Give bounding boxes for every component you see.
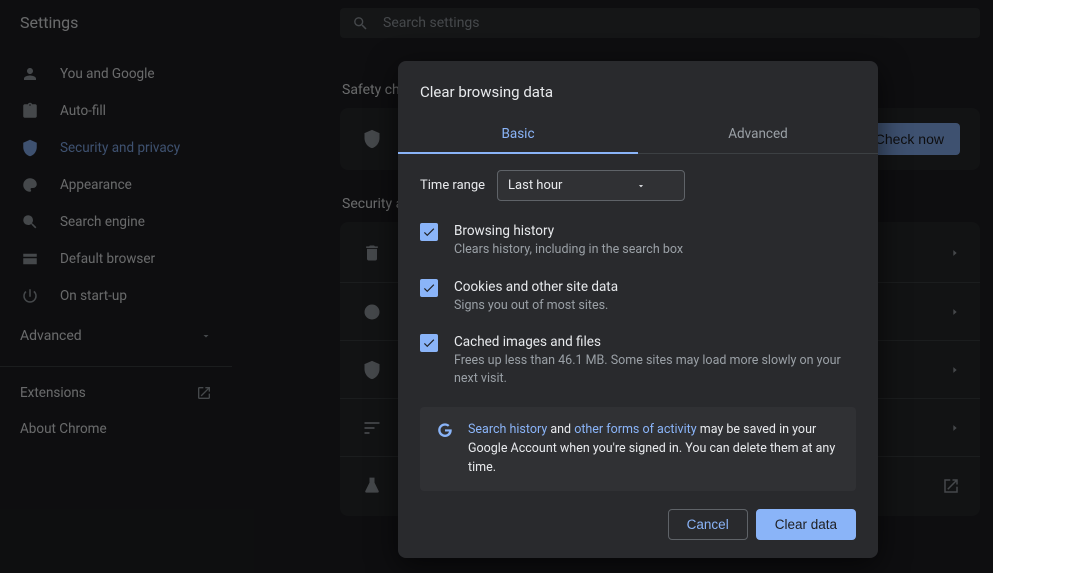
dialog-title: Clear browsing data: [398, 83, 878, 115]
checkbox-cached[interactable]: [420, 334, 438, 352]
dialog-actions: Cancel Clear data: [398, 491, 878, 540]
clear-data-button[interactable]: Clear data: [756, 509, 856, 540]
chevron-down-icon: [636, 181, 646, 191]
google-account-info: Search history and other forms of activi…: [420, 407, 856, 491]
checkbox-browsing-history[interactable]: [420, 223, 438, 241]
time-range-label: Time range: [420, 178, 485, 193]
info-text: Search history and other forms of activi…: [468, 421, 840, 477]
option-title: Browsing history: [454, 223, 683, 239]
time-range-row: Time range Last hour: [398, 154, 878, 205]
time-range-value: Last hour: [508, 178, 562, 193]
search-history-link[interactable]: Search history: [468, 422, 547, 437]
tab-advanced[interactable]: Advanced: [638, 115, 878, 153]
time-range-select[interactable]: Last hour: [497, 170, 685, 201]
blank-panel: [993, 0, 1080, 573]
option-browsing-history: Browsing history Clears history, includi…: [420, 213, 856, 269]
checkbox-cookies[interactable]: [420, 279, 438, 297]
option-cookies: Cookies and other site data Signs you ou…: [420, 269, 856, 325]
app: Settings Search settings You and Google …: [0, 0, 993, 573]
option-cached: Cached images and files Frees up less th…: [420, 324, 856, 397]
clear-browsing-data-dialog: Clear browsing data Basic Advanced Time …: [398, 61, 878, 558]
option-subtitle: Clears history, including in the search …: [454, 241, 683, 259]
option-subtitle: Signs you out of most sites.: [454, 297, 618, 315]
options-list: Browsing history Clears history, includi…: [398, 205, 878, 397]
cancel-button[interactable]: Cancel: [668, 509, 748, 540]
other-activity-link[interactable]: other forms of activity: [574, 422, 696, 437]
tab-basic[interactable]: Basic: [398, 115, 638, 153]
option-subtitle: Frees up less than 46.1 MB. Some sites m…: [454, 352, 856, 387]
dialog-tabs: Basic Advanced: [398, 115, 878, 154]
google-icon: [436, 421, 454, 477]
option-title: Cookies and other site data: [454, 279, 618, 295]
option-title: Cached images and files: [454, 334, 856, 350]
